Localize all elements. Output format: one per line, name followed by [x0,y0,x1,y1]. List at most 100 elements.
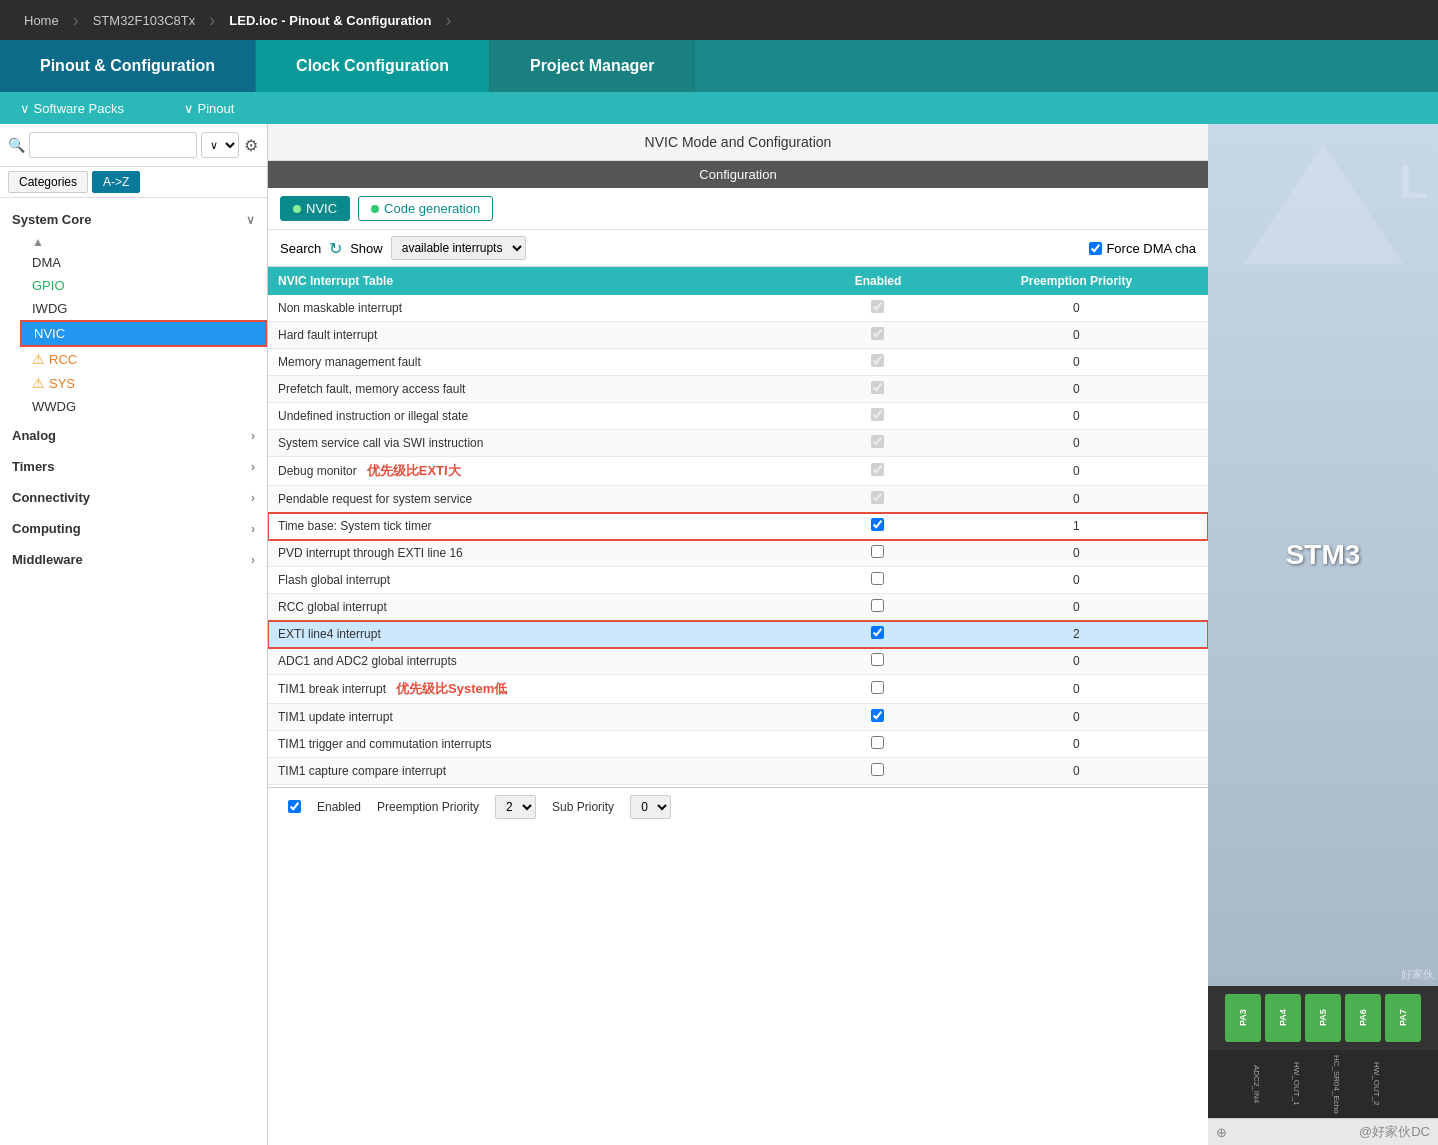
csdn-icon: ⊕ [1216,1125,1227,1140]
watermark: 好家伙 [1401,967,1434,982]
gear-icon[interactable]: ⚙ [243,134,259,156]
search-icon: 🔍 [8,137,25,153]
sidebar-nav: System Core ∨ ▲ DMA GPIO IWDG NVIC [0,198,267,1145]
chip-pins-bottom: PA3 PA4 PA5 PA6 PA7 [1208,986,1438,1050]
chevron-right-icon-computing: › [251,522,255,536]
pin-pa6: PA6 [1345,994,1381,1042]
bottom-preemption-select[interactable]: 0123 [495,795,536,819]
nav-sep-1: › [73,10,79,31]
interrupt-enabled-checkbox[interactable] [871,736,884,749]
interrupt-enabled-checkbox[interactable] [871,381,884,394]
system-core-items: ▲ DMA GPIO IWDG NVIC ⚠ RCC [0,233,267,418]
interrupt-enabled-checkbox[interactable] [871,491,884,504]
sub-tab-pinout[interactable]: ∨ Pinout [184,101,234,116]
code-gen-dot [371,205,379,213]
bottom-preemption-label: Preemption Priority [377,800,479,814]
sub-tab-software-packs[interactable]: ∨ Software Packs [20,101,124,116]
nav-section-header-connectivity[interactable]: Connectivity › [0,484,267,511]
col-enabled: Enabled [811,267,945,295]
interrupt-enabled-checkbox[interactable] [871,572,884,585]
config-tabs: NVIC Code generation [268,188,1208,230]
nav-section-header-system-core[interactable]: System Core ∨ [0,206,267,233]
bottom-enabled-checkbox[interactable] [288,800,301,813]
table-row: System service call via SWI instruction0 [268,430,1208,457]
main-content: 🔍 ∨ ⚙ Categories A->Z System Core ∨ ▲ [0,124,1438,1145]
warning-icon-sys: ⚠ [32,375,45,391]
table-row: Time base: System tick timer1 [268,513,1208,540]
sidebar-tabs: Categories A->Z [0,167,267,198]
panel-title: NVIC Mode and Configuration [268,124,1208,161]
up-arrow-icon: ▲ [20,235,56,249]
pin-label-pa7-empty [1385,1054,1421,1114]
interrupt-enabled-checkbox[interactable] [871,408,884,421]
interrupt-enabled-checkbox[interactable] [871,354,884,367]
interrupt-enabled-checkbox[interactable] [871,518,884,531]
sidebar-item-wwdg[interactable]: WWDG [20,395,267,418]
nvic-table-header: NVIC Interrupt Table Enabled Preemption … [268,267,1208,295]
nav-current[interactable]: LED.ioc - Pinout & Configuration [217,0,443,40]
sidebar-tab-categories[interactable]: Categories [8,171,88,193]
nav-home[interactable]: Home [12,0,71,40]
sidebar-item-gpio[interactable]: GPIO [20,274,267,297]
table-row: Non maskable interrupt0 [268,295,1208,322]
table-row: EXTI line4 interrupt2 [268,621,1208,648]
chevron-right-icon-timers: › [251,460,255,474]
force-dma-checkbox[interactable] [1089,242,1102,255]
filter-show-select[interactable]: available interrupts [391,236,526,260]
sidebar-item-rcc[interactable]: ⚠ RCC [20,347,267,371]
sidebar-item-nvic[interactable]: NVIC [20,320,267,347]
interrupt-enabled-checkbox[interactable] [871,435,884,448]
table-row: ADC1 and ADC2 global interrupts0 [268,648,1208,675]
bottom-subpriority-select[interactable]: 0123 [630,795,671,819]
col-preemption: Preemption Priority [945,267,1208,295]
tab-clock-config[interactable]: Clock Configuration [256,40,490,92]
force-dma-option: Force DMA cha [1089,241,1196,256]
nav-section-header-timers[interactable]: Timers › [0,453,267,480]
interrupt-enabled-checkbox[interactable] [871,653,884,666]
interrupt-enabled-checkbox[interactable] [871,463,884,476]
sidebar-tab-az[interactable]: A->Z [92,171,140,193]
table-row: Memory management fault0 [268,349,1208,376]
interrupt-enabled-checkbox[interactable] [871,681,884,694]
table-row: TIM1 break interrupt优先级比System低0 [268,675,1208,704]
table-row: Flash global interrupt0 [268,567,1208,594]
interrupt-enabled-checkbox[interactable] [871,327,884,340]
interrupt-enabled-checkbox[interactable] [871,300,884,313]
bottom-enabled-label: Enabled [317,800,361,814]
nvic-dot [293,205,301,213]
nvic-table: NVIC Interrupt Table Enabled Preemption … [268,267,1208,787]
tab-pinout-config[interactable]: Pinout & Configuration [0,40,256,92]
filter-reset-icon[interactable]: ↻ [329,239,342,258]
center-panel: NVIC Mode and Configuration Configuratio… [268,124,1208,1145]
nav-section-header-middleware[interactable]: Middleware › [0,546,267,573]
annotation-label: 优先级比EXTI大 [367,463,461,478]
interrupt-enabled-checkbox[interactable] [871,763,884,776]
annotation-label: 优先级比System低 [396,681,507,696]
config-tab-code-gen[interactable]: Code generation [358,196,493,221]
nav-section-header-computing[interactable]: Computing › [0,515,267,542]
table-row: Debug monitor优先级比EXTI大0 [268,457,1208,486]
interrupt-enabled-checkbox[interactable] [871,599,884,612]
sidebar-item-dma[interactable]: DMA [20,251,267,274]
warning-icon-rcc: ⚠ [32,351,45,367]
sidebar-item-iwdg[interactable]: IWDG [20,297,267,320]
interrupt-enabled-checkbox[interactable] [871,626,884,639]
tab-project-manager[interactable]: Project Manager [490,40,695,92]
bottom-subpriority-label: Sub Priority [552,800,614,814]
nav-mcu[interactable]: STM32F103C8Tx [81,0,208,40]
config-tab-nvic[interactable]: NVIC [280,196,350,221]
table-row: Pendable request for system service0 [268,486,1208,513]
interrupt-enabled-checkbox[interactable] [871,709,884,722]
pin-pa5: PA5 [1305,994,1341,1042]
sidebar-item-sys[interactable]: ⚠ SYS [20,371,267,395]
pin-label-hw2: HW_OUT_2 [1345,1054,1381,1114]
search-mode-dropdown[interactable]: ∨ [201,132,239,158]
nav-section-header-analog[interactable]: Analog › [0,422,267,449]
search-input[interactable] [29,132,197,158]
table-row: Hard fault interrupt0 [268,322,1208,349]
chevron-right-icon-middleware: › [251,553,255,567]
chip-visual: L STM3 好家伙 [1208,124,1438,986]
chevron-right-icon-connectivity: › [251,491,255,505]
interrupt-enabled-checkbox[interactable] [871,545,884,558]
nav-sep-3: › [445,10,451,31]
